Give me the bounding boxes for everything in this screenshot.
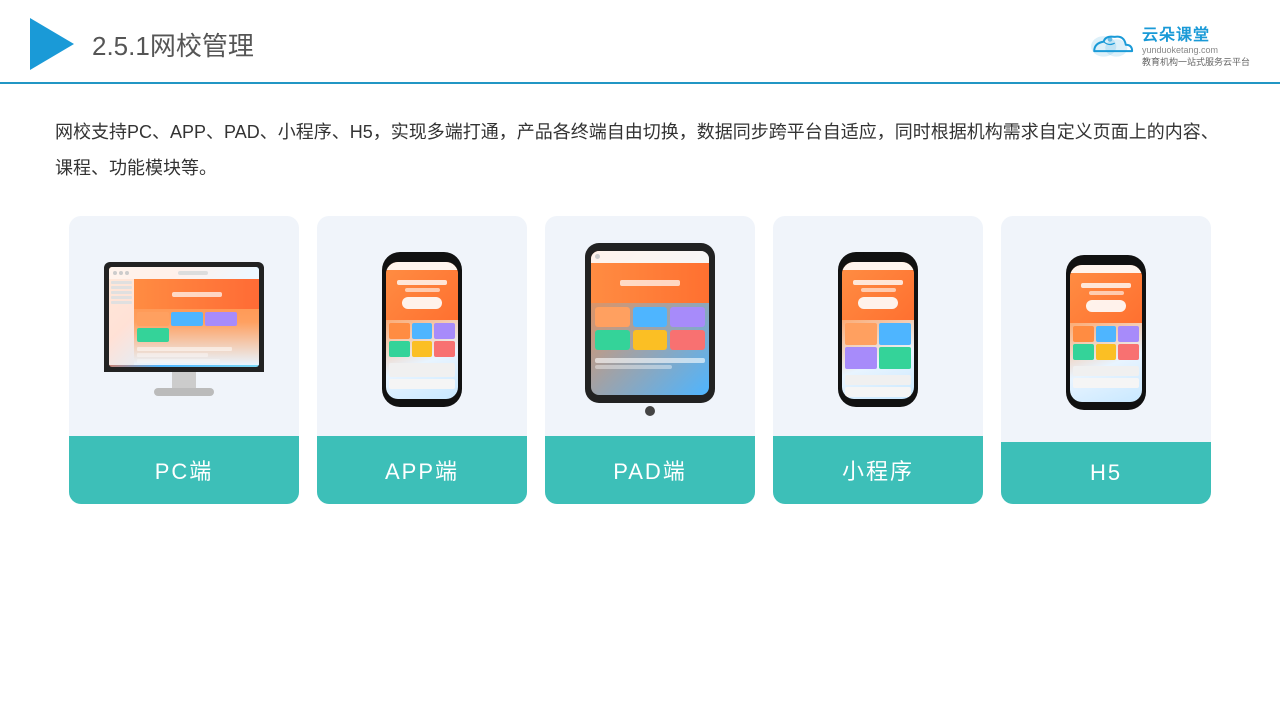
app-phone-icon [382, 252, 462, 407]
card-h5: H5 [1001, 216, 1211, 504]
card-app: APP端 [317, 216, 527, 504]
card-h5-image [1001, 216, 1211, 442]
mini-phone-icon [838, 252, 918, 407]
card-pc: PC端 [69, 216, 299, 504]
description-text: 网校支持PC、APP、PAD、小程序、H5，实现多端打通，产品各终端自由切换，数… [55, 114, 1225, 186]
brand-url: yunduoketang.com [1142, 45, 1250, 55]
pc-monitor-icon [104, 262, 264, 396]
play-icon [30, 18, 74, 70]
card-app-label: APP端 [317, 436, 527, 504]
brand-slogan: 教育机构一站式服务云平台 [1142, 55, 1250, 68]
card-h5-label: H5 [1001, 442, 1211, 504]
brand-logo: 云朵课堂 yunduoketang.com 教育机构一站式服务云平台 [1086, 21, 1250, 68]
card-pc-image [69, 216, 299, 436]
brand-icon-wrap [1086, 29, 1134, 59]
card-pad-image [545, 216, 755, 436]
cloud-icon [1086, 29, 1134, 59]
card-pad: PAD端 [545, 216, 755, 504]
brand-text: 云朵课堂 yunduoketang.com 教育机构一站式服务云平台 [1142, 21, 1250, 68]
card-mini-image [773, 216, 983, 436]
header: 2.5.1网校管理 云朵课堂 yunduoketang.com 教育机构一站式服… [0, 0, 1280, 84]
tablet-icon [585, 243, 715, 416]
page-title: 2.5.1网校管理 [92, 26, 254, 63]
card-mini: 小程序 [773, 216, 983, 504]
card-mini-label: 小程序 [773, 436, 983, 504]
card-pc-label: PC端 [69, 436, 299, 504]
card-pad-label: PAD端 [545, 436, 755, 504]
header-left: 2.5.1网校管理 [30, 18, 254, 70]
main-content: 网校支持PC、APP、PAD、小程序、H5，实现多端打通，产品各终端自由切换，数… [0, 84, 1280, 524]
brand-name: 云朵课堂 [1142, 21, 1250, 45]
card-app-image [317, 216, 527, 436]
cards-section: PC端 [55, 216, 1225, 504]
h5-phone-icon [1066, 255, 1146, 410]
